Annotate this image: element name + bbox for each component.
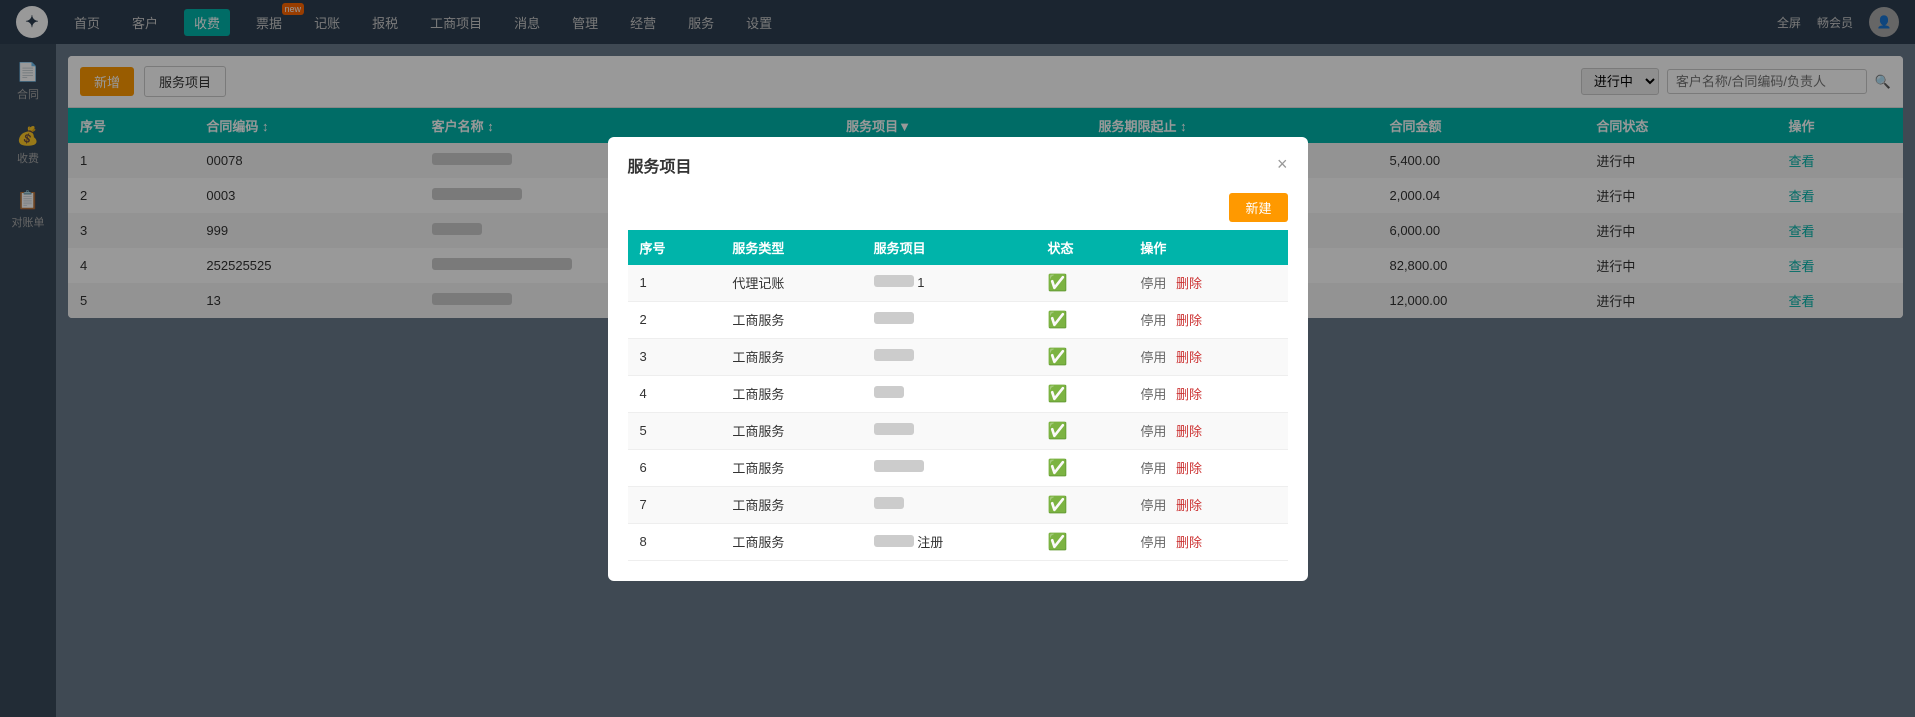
list-item: 5 工商服务 ✅ 停用 删除	[628, 412, 1288, 449]
modal-cell-actions: 停用 删除	[1128, 265, 1287, 302]
modal-cell-status: ✅	[1035, 486, 1128, 523]
disable-button[interactable]: 停用	[1140, 535, 1166, 550]
modal-col-action: 操作	[1128, 230, 1287, 265]
disable-button[interactable]: 停用	[1140, 313, 1166, 328]
modal-cell-status: ✅	[1035, 301, 1128, 338]
modal-cell-type: 代理记账	[720, 265, 861, 302]
modal-new-button[interactable]: 新建	[1229, 193, 1287, 222]
list-item: 1 代理记账 1 ✅ 停用 删除	[628, 265, 1288, 302]
delete-button[interactable]: 删除	[1176, 498, 1202, 513]
modal-col-type: 服务类型	[720, 230, 861, 265]
modal-cell-status: ✅	[1035, 523, 1128, 560]
modal-table-body: 1 代理记账 1 ✅ 停用 删除 2 工商服务 ✅ 停用 删除 3 工商服务 ✅…	[628, 265, 1288, 561]
status-check-icon: ✅	[1047, 312, 1067, 329]
modal-cell-actions: 停用 删除	[1128, 412, 1287, 449]
modal-cell-type: 工商服务	[720, 523, 861, 560]
disable-button[interactable]: 停用	[1140, 424, 1166, 439]
modal-table-header: 序号 服务类型 服务项目 状态 操作	[628, 230, 1288, 265]
modal-cell-actions: 停用 删除	[1128, 449, 1287, 486]
modal-cell-seq: 6	[628, 449, 721, 486]
modal-cell-seq: 2	[628, 301, 721, 338]
modal-cell-item: 注册	[862, 523, 1036, 560]
modal-col-seq: 序号	[628, 230, 721, 265]
disable-button[interactable]: 停用	[1140, 498, 1166, 513]
list-item: 6 工商服务 ✅ 停用 删除	[628, 449, 1288, 486]
modal-close-button[interactable]: ×	[1277, 154, 1288, 175]
modal-cell-item	[862, 375, 1036, 412]
status-check-icon: ✅	[1047, 460, 1067, 477]
modal-cell-status: ✅	[1035, 449, 1128, 486]
disable-button[interactable]: 停用	[1140, 350, 1166, 365]
modal-col-item: 服务项目	[862, 230, 1036, 265]
disable-button[interactable]: 停用	[1140, 461, 1166, 476]
status-check-icon: ✅	[1047, 275, 1067, 292]
modal-cell-seq: 5	[628, 412, 721, 449]
modal-cell-seq: 8	[628, 523, 721, 560]
list-item: 7 工商服务 ✅ 停用 删除	[628, 486, 1288, 523]
modal-cell-type: 工商服务	[720, 486, 861, 523]
modal-cell-actions: 停用 删除	[1128, 338, 1287, 375]
modal-cell-item	[862, 449, 1036, 486]
modal-overlay: 服务项目 × 新建 序号 服务类型 服务项目 状态 操作 1 代理记账	[0, 0, 1915, 717]
modal-cell-seq: 4	[628, 375, 721, 412]
modal-cell-actions: 停用 删除	[1128, 375, 1287, 412]
modal-cell-item	[862, 338, 1036, 375]
modal-cell-seq: 3	[628, 338, 721, 375]
modal-cell-status: ✅	[1035, 338, 1128, 375]
modal-cell-status: ✅	[1035, 375, 1128, 412]
modal-col-status: 状态	[1035, 230, 1128, 265]
modal-cell-type: 工商服务	[720, 412, 861, 449]
modal-cell-item: 1	[862, 265, 1036, 302]
service-modal: 服务项目 × 新建 序号 服务类型 服务项目 状态 操作 1 代理记账	[608, 137, 1308, 581]
service-items-table: 序号 服务类型 服务项目 状态 操作 1 代理记账 1 ✅ 停用 删除 2 工商…	[628, 230, 1288, 561]
delete-button[interactable]: 删除	[1176, 313, 1202, 328]
modal-cell-actions: 停用 删除	[1128, 523, 1287, 560]
delete-button[interactable]: 删除	[1176, 387, 1202, 402]
delete-button[interactable]: 删除	[1176, 276, 1202, 291]
delete-button[interactable]: 删除	[1176, 350, 1202, 365]
modal-cell-item	[862, 301, 1036, 338]
status-check-icon: ✅	[1047, 386, 1067, 403]
modal-cell-type: 工商服务	[720, 449, 861, 486]
modal-body: 序号 服务类型 服务项目 状态 操作 1 代理记账 1 ✅ 停用 删除 2 工商…	[608, 230, 1308, 581]
status-check-icon: ✅	[1047, 423, 1067, 440]
modal-cell-item	[862, 412, 1036, 449]
modal-cell-status: ✅	[1035, 265, 1128, 302]
delete-button[interactable]: 删除	[1176, 461, 1202, 476]
modal-header: 服务项目 ×	[608, 137, 1308, 185]
status-check-icon: ✅	[1047, 534, 1067, 551]
list-item: 2 工商服务 ✅ 停用 删除	[628, 301, 1288, 338]
list-item: 4 工商服务 ✅ 停用 删除	[628, 375, 1288, 412]
modal-cell-seq: 7	[628, 486, 721, 523]
status-check-icon: ✅	[1047, 497, 1067, 514]
modal-cell-seq: 1	[628, 265, 721, 302]
delete-button[interactable]: 删除	[1176, 535, 1202, 550]
modal-cell-type: 工商服务	[720, 301, 861, 338]
modal-cell-type: 工商服务	[720, 338, 861, 375]
disable-button[interactable]: 停用	[1140, 387, 1166, 402]
modal-cell-type: 工商服务	[720, 375, 861, 412]
modal-cell-item	[862, 486, 1036, 523]
modal-title: 服务项目	[628, 153, 692, 177]
modal-toolbar: 新建	[608, 185, 1308, 230]
modal-cell-actions: 停用 删除	[1128, 301, 1287, 338]
modal-cell-actions: 停用 删除	[1128, 486, 1287, 523]
list-item: 8 工商服务 注册 ✅ 停用 删除	[628, 523, 1288, 560]
list-item: 3 工商服务 ✅ 停用 删除	[628, 338, 1288, 375]
delete-button[interactable]: 删除	[1176, 424, 1202, 439]
modal-cell-status: ✅	[1035, 412, 1128, 449]
status-check-icon: ✅	[1047, 349, 1067, 366]
disable-button[interactable]: 停用	[1140, 276, 1166, 291]
